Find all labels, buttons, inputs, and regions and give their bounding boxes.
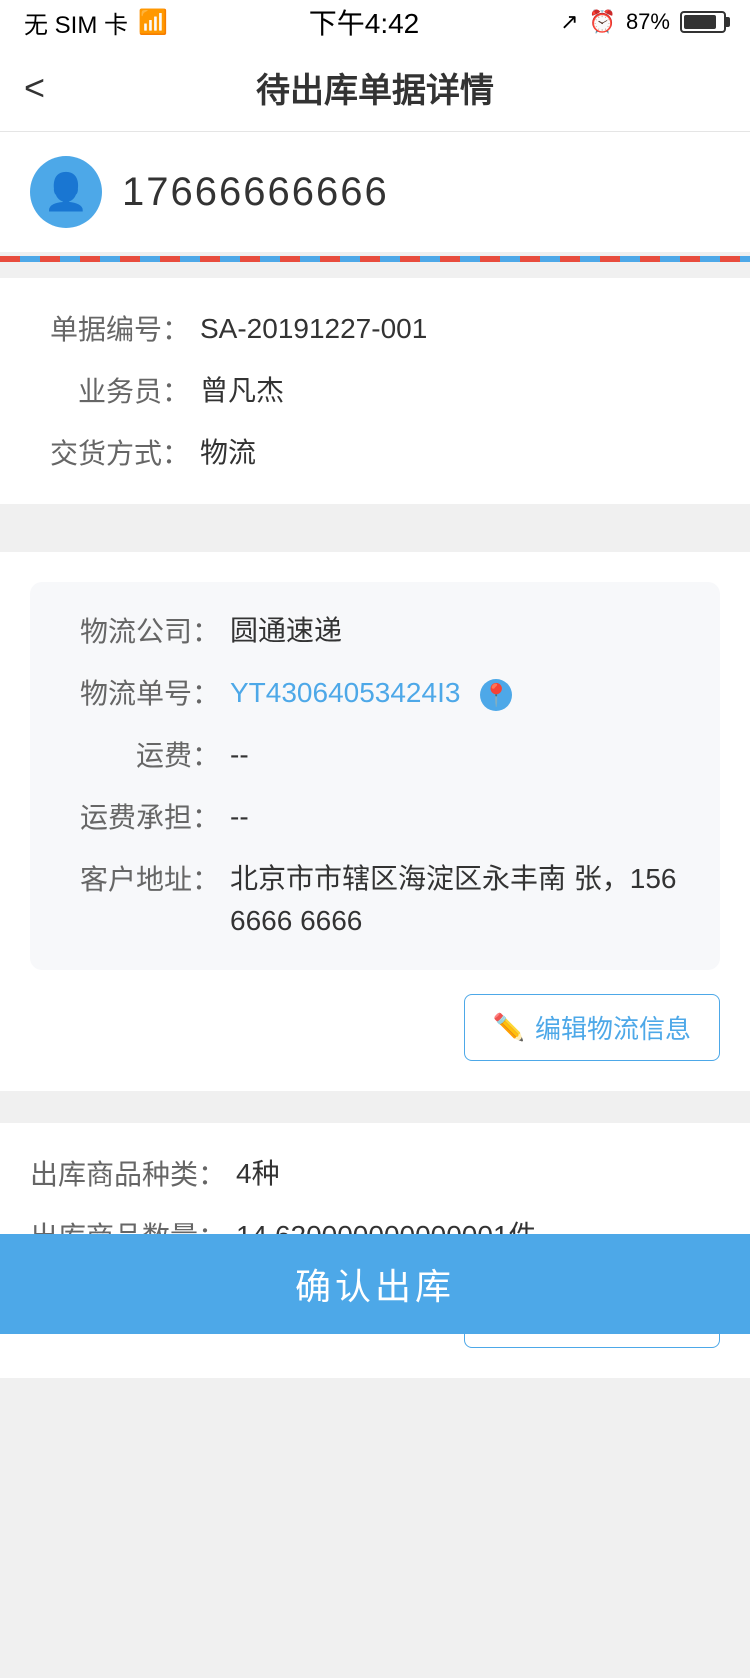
delivery-value: 物流 (190, 432, 720, 474)
delivery-row: 交货方式： 物流 (30, 432, 720, 474)
dashed-divider (0, 256, 750, 262)
logistics-company-label: 物流公司： (60, 610, 220, 650)
freight-bearer-value: -- (220, 796, 690, 838)
customer-phone: 17666666666 (122, 170, 389, 215)
freight-bearer-label: 运费承担： (60, 796, 220, 836)
tracking-label: 物流单号： (60, 672, 220, 712)
edit-logistics-button[interactable]: ✏️ 编辑物流信息 (464, 994, 720, 1061)
main-content: 👤 17666666666 单据编号： SA-20191227-001 业务员：… (0, 132, 750, 1678)
basic-info-section: 单据编号： SA-20191227-001 业务员： 曾凡杰 交货方式： 物流 (0, 278, 750, 504)
doc-no-value: SA-20191227-001 (190, 308, 720, 350)
section-divider-1 (0, 520, 750, 536)
freight-value: -- (220, 734, 690, 776)
address-row: 客户地址： 北京市市辖区海淀区永丰南 张，156 6666 6666 (60, 858, 690, 942)
status-bar: 无 SIM 卡 📶 下午4:42 ↗ ⏰ 87% (0, 0, 750, 44)
alarm-icon: ⏰ (589, 9, 616, 35)
bottom-area: 确认出库 (0, 1234, 750, 1334)
address-label: 客户地址： (60, 858, 220, 898)
doc-no-row: 单据编号： SA-20191227-001 (30, 308, 720, 350)
delivery-label: 交货方式： (30, 432, 190, 472)
location-status-icon: ↗ (560, 9, 578, 35)
freight-label: 运费： (60, 734, 220, 774)
freight-row: 运费： -- (60, 734, 690, 776)
battery-percent: 87% (626, 9, 670, 35)
edit-btn-row: ✏️ 编辑物流信息 (30, 994, 720, 1061)
doc-no-label: 单据编号： (30, 308, 190, 348)
page-title: 待出库单据详情 (256, 63, 494, 112)
section-divider-2 (0, 1107, 750, 1123)
nav-bar: < 待出库单据详情 (0, 44, 750, 132)
location-icon[interactable] (480, 679, 512, 711)
edit-icon: ✏️ (493, 1012, 525, 1043)
wifi-icon: 📶 (138, 8, 168, 37)
customer-header: 👤 17666666666 (0, 132, 750, 252)
back-button[interactable]: < (24, 67, 45, 109)
battery-bar (680, 11, 726, 33)
status-time: 下午4:42 (309, 2, 420, 42)
address-value: 北京市市辖区海淀区永丰南 张，156 6666 6666 (220, 858, 690, 942)
logistics-card: 物流公司： 圆通速递 物流单号： YT43064053424I3 运费： -- … (30, 582, 720, 970)
status-right: ↗ ⏰ 87% (560, 9, 726, 35)
avatar: 👤 (30, 156, 102, 228)
agent-value: 曾凡杰 (190, 370, 720, 412)
confirm-button[interactable]: 确认出库 (0, 1234, 750, 1334)
goods-type-row: 出库商品种类： 4种 (30, 1153, 720, 1195)
carrier-text: 无 SIM 卡 (24, 5, 128, 40)
agent-label: 业务员： (30, 370, 190, 410)
logistics-company-row: 物流公司： 圆通速递 (60, 610, 690, 652)
freight-bearer-row: 运费承担： -- (60, 796, 690, 838)
tracking-row: 物流单号： YT43064053424I3 (60, 672, 690, 714)
empty-space (0, 1378, 750, 1578)
logistics-company-value: 圆通速递 (220, 610, 690, 652)
status-left: 无 SIM 卡 📶 (24, 5, 168, 40)
logistics-section: 物流公司： 圆通速递 物流单号： YT43064053424I3 运费： -- … (0, 552, 750, 1091)
agent-row: 业务员： 曾凡杰 (30, 370, 720, 412)
goods-type-label: 出库商品种类： (30, 1153, 226, 1193)
goods-type-value: 4种 (226, 1153, 720, 1195)
tracking-value: YT43064053424I3 (220, 672, 690, 714)
user-icon: 👤 (44, 171, 89, 213)
